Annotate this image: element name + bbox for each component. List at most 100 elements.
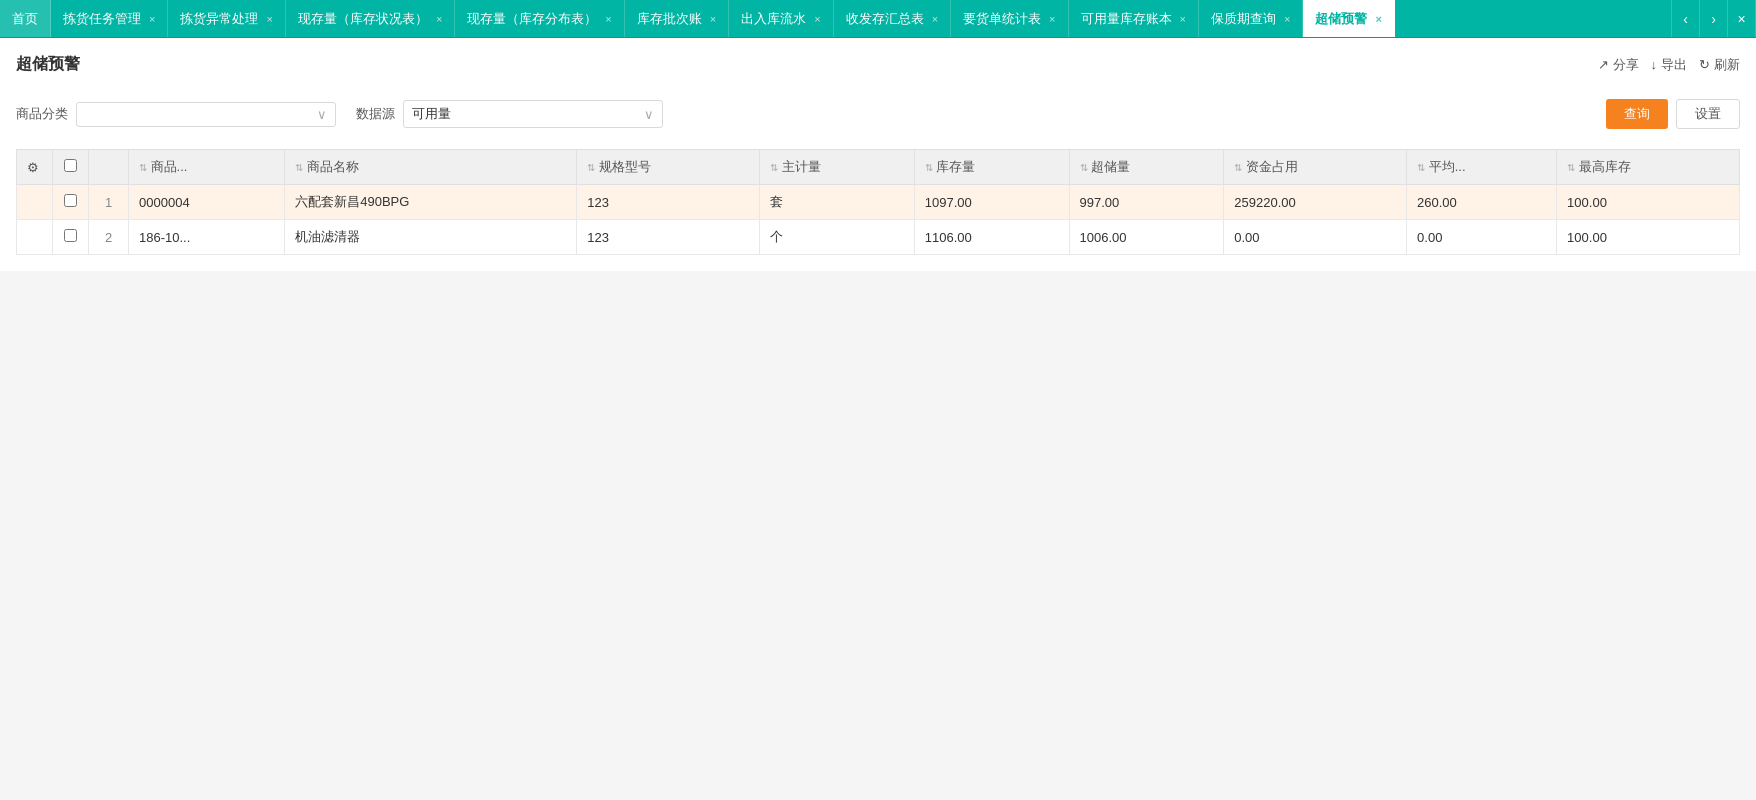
nav-item-拣货异常处理[interactable]: 拣货异常处理× [168,0,285,38]
gear-column-header[interactable]: ⚙ [17,150,53,185]
sort-icon: ⇅ [139,162,147,173]
nav-close-icon[interactable]: × [149,13,155,25]
avg-column-header[interactable]: ⇅ 平均... [1407,150,1557,185]
nav-item-保质期查询[interactable]: 保质期查询 × [1199,0,1303,38]
capital-column-header[interactable]: ⇅ 资金占用 [1224,150,1407,185]
nav-item-拣货任务管理[interactable]: 拣货任务管理 × [51,0,168,38]
share-button[interactable]: ↗ 分享 [1598,56,1639,74]
spec-column-header[interactable]: ⇅ 规格型号 [577,150,760,185]
nav-close-icon[interactable]: × [1284,13,1290,25]
nav-item-label: 拣货任务管理 [63,10,141,28]
nav-item-收发存汇总表[interactable]: 收发存汇总表 × [834,0,951,38]
page-content: 超储预警 ↗ 分享 ↓ 导出 ↻ 刷新 商品分类 ∨ 数据源 [0,38,1756,271]
row-product-code: 186-10... [129,220,285,255]
row-product-code: 0000004 [129,185,285,220]
row-checkbox-cell[interactable] [53,220,89,255]
nav-item-可用量库存账本[interactable]: 可用量库存账本 × [1069,0,1199,38]
nav-close-icon[interactable]: × [932,13,938,25]
share-icon: ↗ [1598,57,1609,72]
table-row: 1 0000004 六配套新昌490BPG 123 套 1097.00 997.… [17,185,1740,220]
category-filter: 商品分类 ∨ [16,102,336,127]
nav-close-icon[interactable]: × [266,13,272,25]
nav-close-icon[interactable]: × [605,13,611,25]
sort-icon: ⇅ [587,162,595,173]
nav-arrows: ‹ › × [1671,0,1756,38]
row-capital: 0.00 [1224,220,1407,255]
nav-next-button[interactable]: › [1700,0,1728,38]
nav-item-要货单统计表[interactable]: 要货单统计表 × [951,0,1068,38]
category-select[interactable]: ∨ [76,102,336,127]
settings-button[interactable]: 设置 [1676,99,1740,129]
query-button[interactable]: 查询 [1606,99,1668,129]
refresh-button[interactable]: ↻ 刷新 [1699,56,1740,74]
nav-item-现存量库存状况表[interactable]: 现存量（库存状况表） × [286,0,455,38]
category-chevron-icon: ∨ [317,107,327,122]
row-checkbox[interactable] [64,194,77,207]
row-product-name: 机油滤清器 [285,220,577,255]
sort-icon: ⇅ [1417,162,1425,173]
nav-close-icon[interactable]: × [1180,13,1186,25]
check-column-header[interactable] [53,150,89,185]
row-spec: 123 [577,185,760,220]
category-label: 商品分类 [16,105,68,123]
row-capital: 259220.00 [1224,185,1407,220]
nav-item-现存量库存分布表[interactable]: 现存量（库存分布表） × [455,0,624,38]
page-title: 超储预警 [16,54,80,75]
row-gear [17,220,53,255]
stock-column-header[interactable]: ⇅ 库存量 [914,150,1069,185]
overstock-column-header[interactable]: ⇅ 超储量 [1069,150,1224,185]
unit-column-header[interactable]: ⇅ 主计量 [760,150,915,185]
row-unit: 套 [760,185,915,220]
nav-item-label: 保质期查询 [1211,10,1276,28]
row-stock: 1106.00 [914,220,1069,255]
row-gear [17,185,53,220]
row-avg: 0.00 [1407,220,1557,255]
product-code-column-header[interactable]: ⇅ 商品... [129,150,285,185]
sort-icon: ⇅ [925,162,933,173]
nav-item-label: 现存量（库存分布表） [467,10,597,28]
sort-icon: ⇅ [770,162,778,173]
nav-item-首页[interactable]: 首页 [0,0,51,38]
datasource-select[interactable]: 可用量 ∨ [403,100,663,128]
nav-close-icon[interactable]: × [436,13,442,25]
select-all-checkbox[interactable] [64,159,77,172]
export-button[interactable]: ↓ 导出 [1651,56,1688,74]
nav-item-label: 可用量库存账本 [1081,10,1172,28]
sort-icon: ⇅ [1567,162,1575,173]
nav-close-icon[interactable]: × [814,13,820,25]
row-stock: 1097.00 [914,185,1069,220]
header-actions: ↗ 分享 ↓ 导出 ↻ 刷新 [1598,56,1741,74]
datasource-filter: 数据源 可用量 ∨ [356,100,663,128]
row-checkbox-cell[interactable] [53,185,89,220]
row-overstock: 1006.00 [1069,220,1224,255]
nav-close-icon[interactable]: × [1049,13,1055,25]
nav-prev-button[interactable]: ‹ [1672,0,1700,38]
row-unit: 个 [760,220,915,255]
nav-close-icon[interactable]: × [710,13,716,25]
nav-close-icon[interactable]: × [1375,13,1381,25]
row-product-name: 六配套新昌490BPG [285,185,577,220]
sort-icon: ⇅ [1080,162,1088,173]
nav-item-出入库流水[interactable]: 出入库流水× [729,0,833,38]
row-checkbox[interactable] [64,229,77,242]
datasource-label: 数据源 [356,105,395,123]
nav-item-库存批次账[interactable]: 库存批次账× [625,0,729,38]
filter-buttons: 查询 设置 [1606,99,1740,129]
datasource-select-value: 可用量 [412,105,451,123]
nav-item-超储预警[interactable]: 超储预警 × [1303,0,1394,38]
nav-item-label: 首页 [12,10,38,28]
product-name-column-header[interactable]: ⇅ 商品名称 [285,150,577,185]
nav-item-label: 收发存汇总表 [846,10,924,28]
nav-item-label: 现存量（库存状况表） [298,10,428,28]
row-number: 1 [89,185,129,220]
filter-area: 商品分类 ∨ 数据源 可用量 ∨ 查询 设置 [16,91,1740,137]
gear-icon: ⚙ [27,160,39,175]
table-row: 2 186-10... 机油滤清器 123 个 1106.00 1006.00 … [17,220,1740,255]
table-header-row: ⚙ ⇅ 商品... ⇅ 商品名称 ⇅ 规格型号 [17,150,1740,185]
max-stock-column-header[interactable]: ⇅ 最高库存 [1557,150,1740,185]
row-avg: 260.00 [1407,185,1557,220]
nav-close-button[interactable]: × [1728,0,1756,38]
nav-item-label: 超储预警 [1315,10,1367,28]
nav-item-label: 要货单统计表 [963,10,1041,28]
data-table: ⚙ ⇅ 商品... ⇅ 商品名称 ⇅ 规格型号 [16,149,1740,255]
